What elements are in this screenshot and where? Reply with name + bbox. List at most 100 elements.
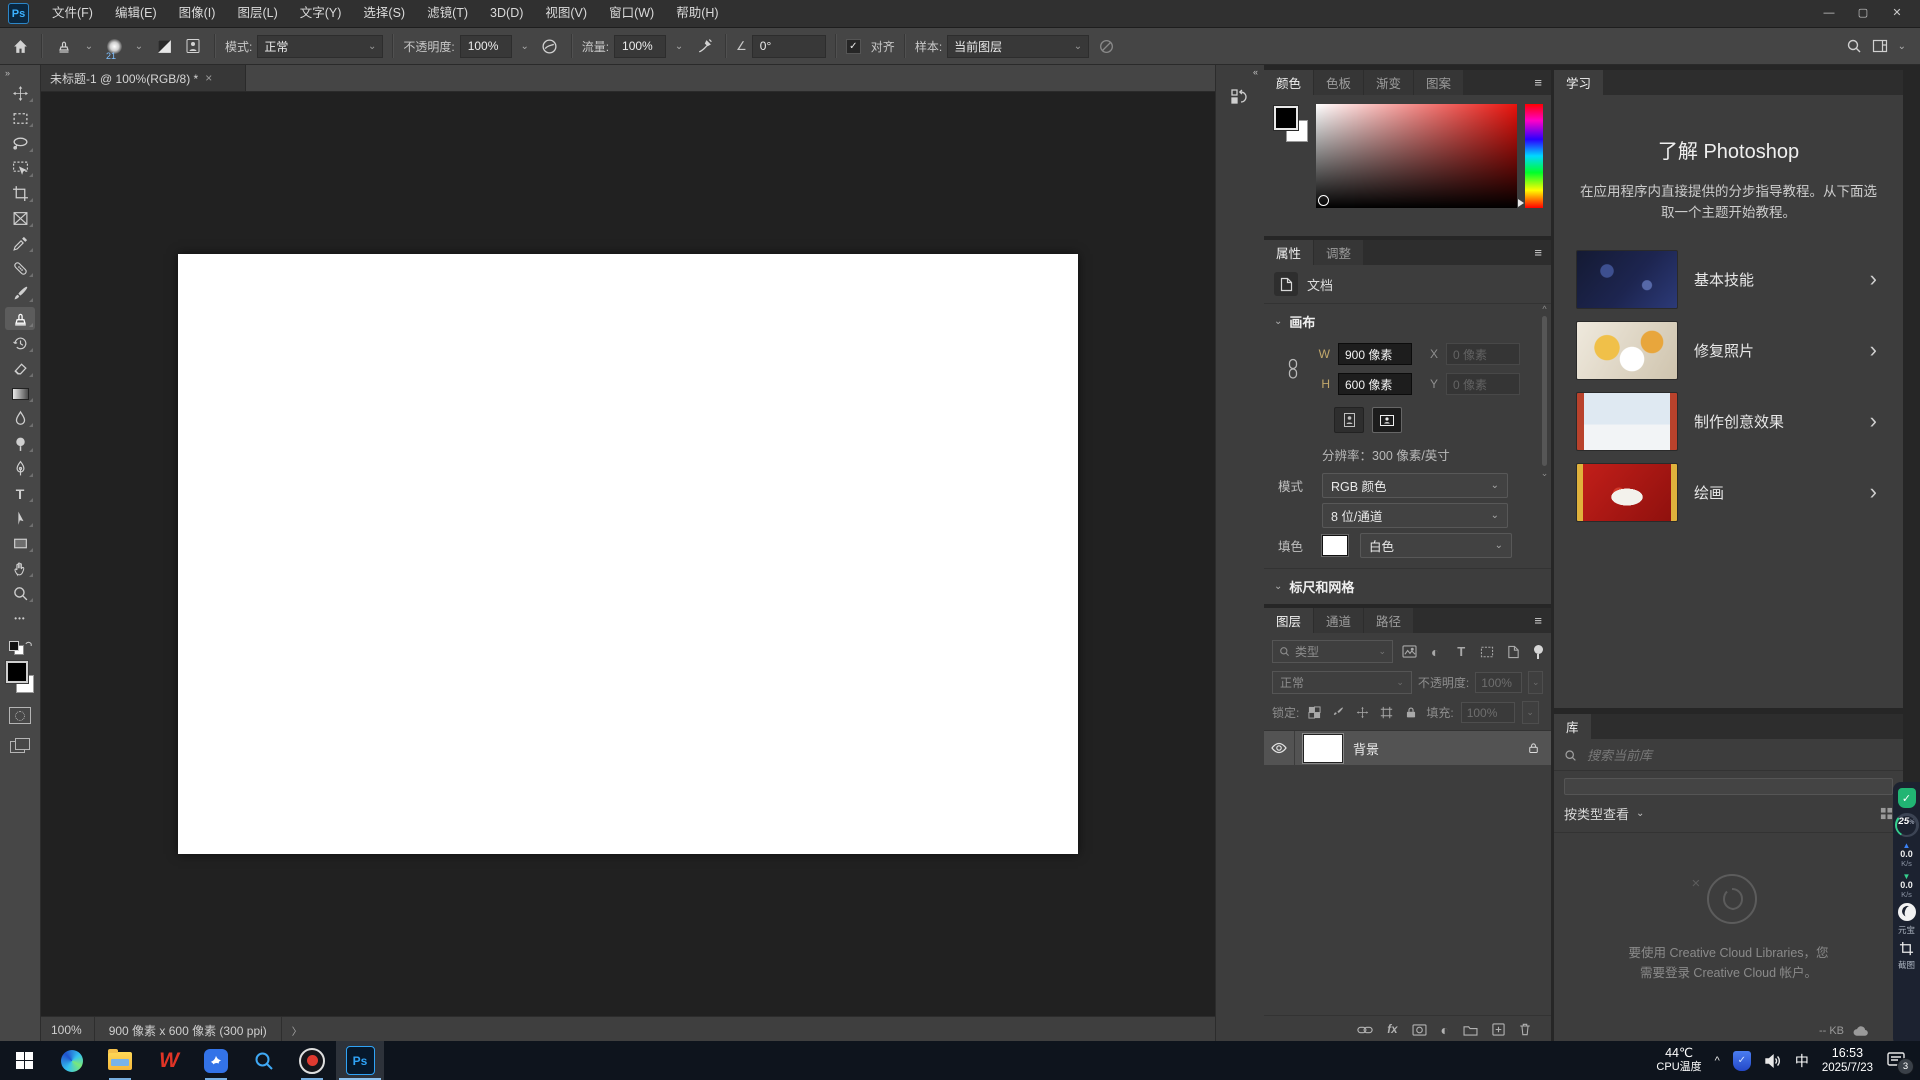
workspace-chevron-icon[interactable]: ⌄ [1898, 41, 1906, 52]
link-dimensions-icon[interactable] [1280, 358, 1306, 380]
zoom-tool[interactable] [0, 581, 40, 606]
tab-swatches[interactable]: 色板 [1314, 70, 1364, 95]
tab-learn[interactable]: 学习 [1554, 70, 1604, 95]
pen-tool[interactable] [0, 456, 40, 481]
menu-help[interactable]: 帮助(H) [665, 0, 729, 27]
learn-card-retouch[interactable]: 修复照片 › [1576, 320, 1881, 380]
layer-styles-icon[interactable]: fx [1387, 1024, 1397, 1036]
screenshot-icon[interactable] [1899, 941, 1914, 956]
pressure-opacity-icon[interactable] [538, 33, 562, 59]
layer-filter-search[interactable]: 类型 ⌄ [1272, 640, 1394, 663]
lock-artboard-icon[interactable] [1378, 704, 1395, 721]
history-panel-icon[interactable] [1223, 83, 1257, 111]
angle-field[interactable]: 0° [751, 34, 826, 58]
brush-tool[interactable] [0, 281, 40, 306]
tab-channels[interactable]: 通道 [1314, 608, 1364, 633]
taskbar-photoshop[interactable]: Ps [336, 1041, 384, 1080]
foreground-color-swatch[interactable] [5, 660, 29, 684]
taskbar-search[interactable] [240, 1041, 288, 1080]
search-icon[interactable] [1846, 38, 1862, 54]
height-field[interactable]: 600 像素 [1338, 373, 1412, 395]
tab-gradients[interactable]: 渐变 [1364, 70, 1414, 95]
menu-layer[interactable]: 图层(L) [226, 0, 288, 27]
document-tab[interactable]: 未标题-1 @ 100%(RGB/8) * × [41, 65, 246, 91]
layer-list-empty-area[interactable] [1264, 765, 1551, 1015]
menu-view[interactable]: 视图(V) [534, 0, 598, 27]
menu-edit[interactable]: 编辑(E) [104, 0, 168, 27]
tab-adjustments[interactable]: 调整 [1314, 240, 1364, 265]
coin-assistant-icon[interactable] [1897, 903, 1916, 922]
brush-preset-picker[interactable]: 21 [102, 33, 126, 61]
airbrush-icon[interactable] [692, 33, 716, 59]
link-layers-icon[interactable] [1357, 1025, 1373, 1035]
dodge-tool[interactable] [0, 431, 40, 456]
tab-layers[interactable]: 图层 [1264, 608, 1314, 633]
lock-position-icon[interactable] [1354, 704, 1371, 721]
toolbar-overflow-icon[interactable]: » [0, 65, 40, 81]
canvas-fill-swatch[interactable] [1321, 534, 1349, 557]
bit-depth-dropdown[interactable]: 8 位/通道 ⌄ [1322, 503, 1508, 528]
window-maximize-button[interactable]: ▢ [1846, 0, 1880, 27]
workspace-switcher-icon[interactable] [1872, 38, 1888, 54]
home-icon[interactable] [8, 33, 32, 59]
scrollbar-thumb[interactable] [1542, 316, 1547, 466]
menu-3d[interactable]: 3D(D) [479, 0, 534, 27]
input-method-indicator[interactable]: 中 [1795, 1051, 1809, 1071]
frame-tool[interactable] [0, 206, 40, 231]
clone-source-panel-icon[interactable] [181, 33, 205, 59]
menu-filter[interactable]: 滤镜(T) [416, 0, 479, 27]
tray-expand-icon[interactable]: ^ [1715, 1055, 1720, 1067]
color-picker-ring[interactable] [1318, 195, 1329, 206]
layer-row-background[interactable]: 背景 [1264, 731, 1551, 765]
view-by-type-label[interactable]: 按类型查看 [1564, 804, 1629, 823]
foreground-background-swatches[interactable] [5, 660, 35, 693]
taskbar-wps[interactable]: W [144, 1041, 192, 1080]
lasso-tool[interactable] [0, 131, 40, 156]
spot-healing-brush-tool[interactable] [0, 256, 40, 281]
menu-window[interactable]: 窗口(W) [598, 0, 665, 27]
saturation-brightness-field[interactable] [1316, 104, 1517, 208]
gradient-tool[interactable] [0, 381, 40, 406]
blur-tool[interactable] [0, 406, 40, 431]
tab-paths[interactable]: 路径 [1364, 608, 1414, 633]
filter-pixel-layers-icon[interactable] [1399, 641, 1419, 662]
flow-chevron-icon[interactable]: ⌄ [671, 35, 687, 58]
panel-menu-icon[interactable]: ≡ [1525, 70, 1551, 95]
move-tool[interactable] [0, 81, 40, 106]
foreground-swatch[interactable] [1273, 105, 1299, 131]
default-swap-colors-icon[interactable] [7, 641, 33, 655]
learn-card-creative-effects[interactable]: 制作创意效果 › [1576, 391, 1881, 451]
cloud-sync-icon[interactable] [1852, 1025, 1869, 1037]
grid-view-icon[interactable] [1880, 807, 1893, 820]
edit-toolbar-icon[interactable]: ••• [0, 606, 40, 631]
tab-color[interactable]: 颜色 [1264, 70, 1314, 95]
taskbar-edge-browser[interactable] [48, 1041, 96, 1080]
brush-settings-panel-icon[interactable] [152, 33, 176, 59]
document-tab-close-icon[interactable]: × [205, 71, 212, 85]
screen-mode-icon[interactable] [10, 738, 30, 753]
opacity-chevron-icon[interactable]: ⌄ [517, 35, 533, 58]
scroll-down-icon[interactable]: ⌄ [1540, 468, 1549, 479]
width-field[interactable]: 900 像素 [1338, 343, 1412, 365]
canvas-fill-dropdown[interactable]: 白色 ⌄ [1360, 533, 1512, 558]
type-tool[interactable]: T [0, 481, 40, 506]
start-button[interactable] [0, 1041, 48, 1080]
panel-menu-icon[interactable]: ≡ [1525, 240, 1551, 265]
menu-type[interactable]: 文字(Y) [289, 0, 353, 27]
orientation-landscape-button[interactable] [1372, 407, 1402, 433]
panel-menu-icon[interactable]: ≡ [1525, 608, 1551, 633]
filter-smart-objects-icon[interactable] [1503, 641, 1523, 662]
cpu-temperature[interactable]: 44℃ CPU温度 [1656, 1046, 1701, 1075]
taskbar-thunder[interactable] [192, 1041, 240, 1080]
tab-libraries[interactable]: 库 [1554, 714, 1591, 739]
menu-image[interactable]: 图像(I) [168, 0, 227, 27]
properties-scrollbar[interactable]: ^ ⌄ [1540, 304, 1549, 596]
color-mode-dropdown[interactable]: RGB 颜色 ⌄ [1322, 473, 1508, 498]
rectangular-marquee-tool[interactable] [0, 106, 40, 131]
path-selection-tool[interactable] [0, 506, 40, 531]
tab-properties[interactable]: 属性 [1264, 240, 1314, 265]
scroll-up-icon[interactable]: ^ [1540, 304, 1549, 314]
window-close-button[interactable]: ✕ [1880, 0, 1914, 27]
canvas[interactable] [178, 254, 1078, 854]
filter-shape-layers-icon[interactable] [1477, 641, 1497, 662]
